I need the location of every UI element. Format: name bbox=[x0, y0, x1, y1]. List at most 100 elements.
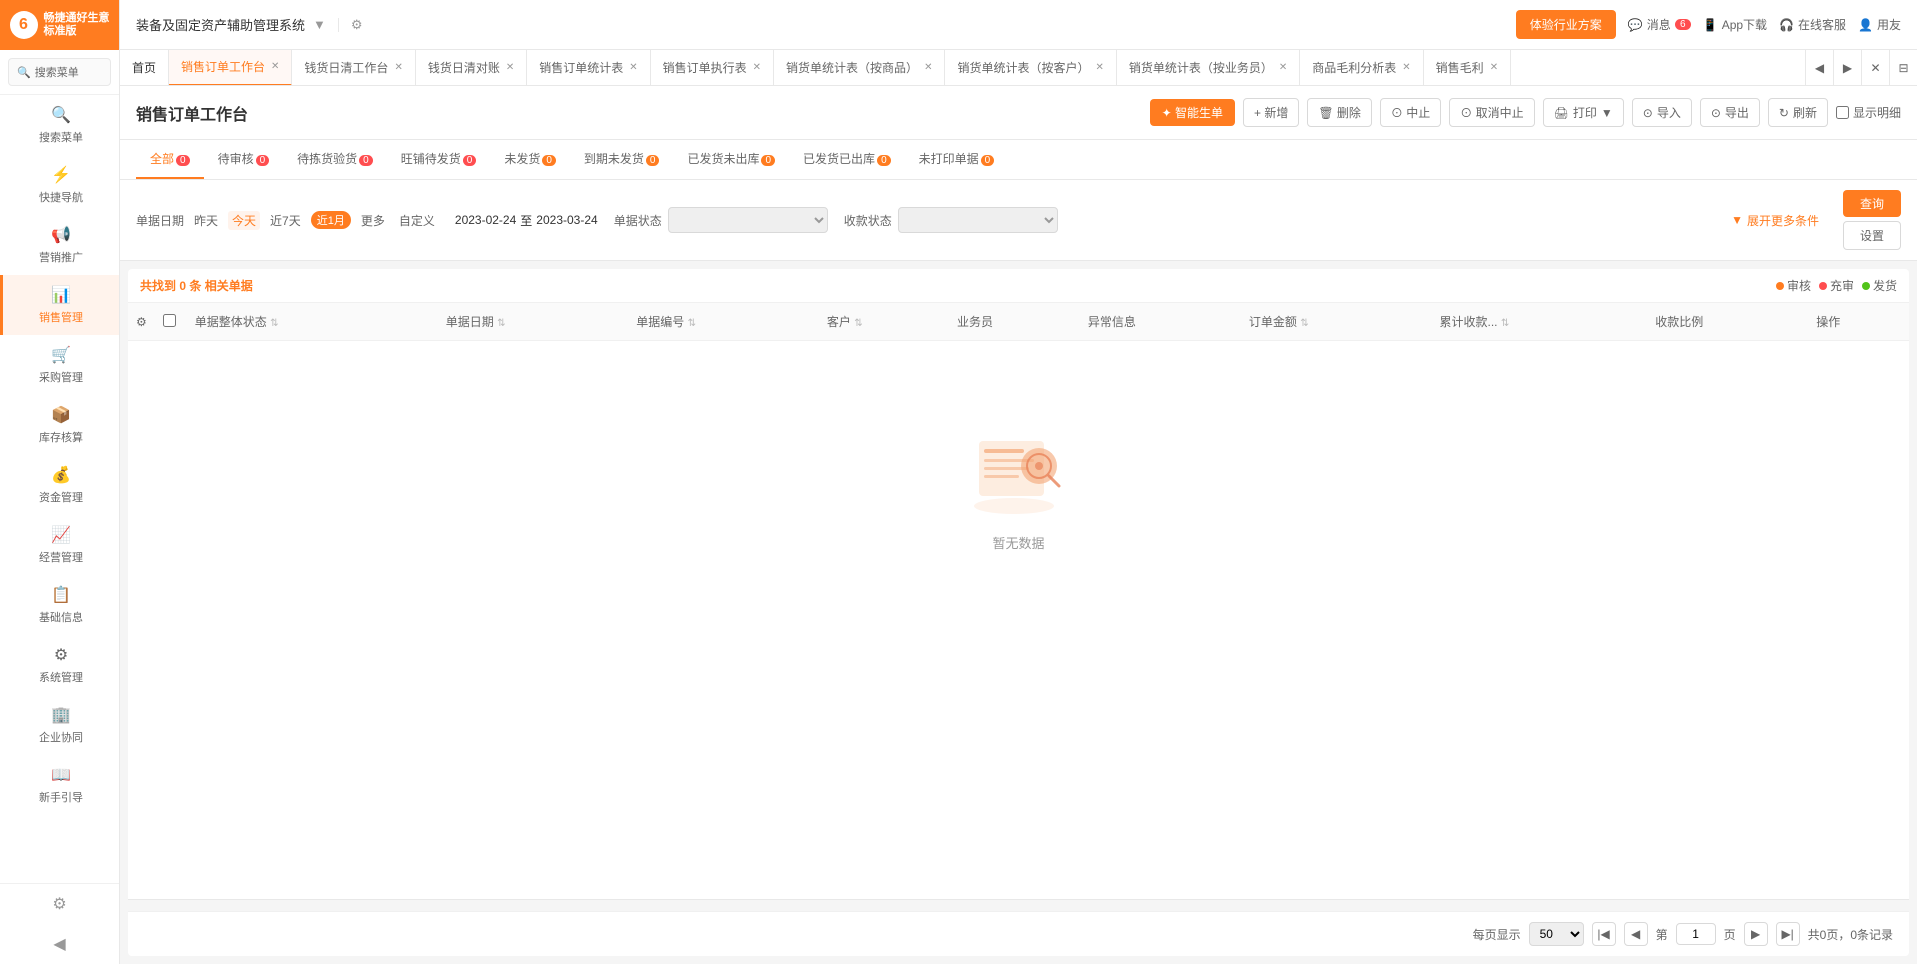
sidebar-item-quick-nav[interactable]: ⚡快捷导航 bbox=[0, 155, 119, 215]
filter-tab-not-printed[interactable]: 未打印单据0 bbox=[905, 140, 1009, 179]
gear-icon[interactable]: ⚙ bbox=[351, 17, 363, 33]
table-btn-audit[interactable]: 审核 bbox=[1776, 277, 1811, 294]
query-button[interactable]: 查询 bbox=[1843, 190, 1901, 217]
tab-sales-exec[interactable]: 销售订单执行表✕ bbox=[651, 50, 774, 86]
table-btn-cancel-audit[interactable]: 充审 bbox=[1819, 277, 1854, 294]
tab-sales-stats[interactable]: 销售订单统计表✕ bbox=[527, 50, 650, 86]
sidebar-item-basic-info[interactable]: 📋基础信息 bbox=[0, 575, 119, 635]
tab-close-sales-stats-product[interactable]: ✕ bbox=[924, 62, 932, 73]
col-number[interactable]: 单据编号 ⇅ bbox=[628, 303, 819, 341]
filter-tab-all[interactable]: 全部0 bbox=[136, 140, 204, 179]
filter-tab-pending-inspect[interactable]: 待拣货验货0 bbox=[283, 140, 387, 179]
app-download-button[interactable]: 📱 App下载 bbox=[1703, 16, 1767, 33]
stop-button[interactable]: ⊙ 中止 bbox=[1380, 98, 1441, 127]
col-staff[interactable]: 业务员 bbox=[949, 303, 1080, 341]
tab-scroll-left-button[interactable]: ◀ bbox=[1805, 50, 1833, 86]
tab-scroll-right-button[interactable]: ▶ bbox=[1833, 50, 1861, 86]
enterprise-icon: 🏢 bbox=[51, 705, 71, 725]
col-date[interactable]: 单据日期 ⇅ bbox=[438, 303, 629, 341]
tab-sales-profit[interactable]: 销售毛利 ✕ bbox=[1424, 50, 1511, 86]
tab-close-sales-exec[interactable]: ✕ bbox=[753, 62, 761, 73]
sidebar-item-inventory[interactable]: 📦库存核算 bbox=[0, 395, 119, 455]
custom-quick[interactable]: 自定义 bbox=[395, 212, 439, 229]
cancel-stop-button[interactable]: ⊙ 取消中止 bbox=[1449, 98, 1534, 127]
col-amount[interactable]: 订单金额 ⇅ bbox=[1241, 303, 1432, 341]
sidebar-item-operations[interactable]: 📈经营管理 bbox=[0, 515, 119, 575]
empty-illustration bbox=[959, 421, 1079, 521]
tab-profit-analysis[interactable]: 商品毛利分析表✕ bbox=[1300, 50, 1423, 86]
tab-cash-reconcile[interactable]: 钱货日清对账✕ bbox=[416, 50, 527, 86]
tab-close-current-button[interactable]: ✕ bbox=[1861, 50, 1889, 86]
sidebar-item-sales[interactable]: 📊销售管理 bbox=[0, 275, 119, 335]
week-quick[interactable]: 近7天 bbox=[266, 212, 305, 229]
show-detail-checkbox[interactable] bbox=[1836, 106, 1849, 119]
filter-tab-wangpu-ship[interactable]: 旺铺待发货0 bbox=[387, 140, 491, 179]
col-collected[interactable]: 累计收款... ⇅ bbox=[1431, 303, 1647, 341]
filter-tab-pending-audit[interactable]: 待审核0 bbox=[204, 140, 284, 179]
expand-more-button[interactable]: ▼ 展开更多条件 bbox=[1731, 212, 1819, 229]
message-button[interactable]: 💬 消息 6 bbox=[1628, 16, 1691, 33]
sidebar-item-marketing[interactable]: 📢营销推广 bbox=[0, 215, 119, 275]
tab-close-sales-order[interactable]: ✕ bbox=[271, 61, 279, 72]
col-customer[interactable]: 客户 ⇅ bbox=[819, 303, 949, 341]
first-page-button[interactable]: |◀ bbox=[1592, 922, 1616, 946]
tab-close-profit-analysis[interactable]: ✕ bbox=[1402, 62, 1410, 73]
delete-button[interactable]: 🗑 删除 bbox=[1307, 98, 1372, 127]
setting-button[interactable]: 设置 bbox=[1843, 221, 1901, 250]
filter-tab-shipped-not-out[interactable]: 已发货未出库0 bbox=[673, 140, 789, 179]
add-button[interactable]: + 新增 bbox=[1243, 98, 1299, 127]
tab-close-cash-daily[interactable]: ✕ bbox=[394, 62, 402, 73]
sidebar-item-system[interactable]: ⚙系统管理 bbox=[0, 635, 119, 695]
horizontal-scrollbar[interactable] bbox=[128, 899, 1909, 911]
tab-close-sales-stats-staff[interactable]: ✕ bbox=[1279, 62, 1287, 73]
search-menu-button[interactable]: 🔍 搜索菜单 bbox=[8, 58, 111, 86]
tab-sales-stats-customer[interactable]: 销货单统计表（按客户）✕ bbox=[945, 50, 1116, 86]
settings-button[interactable]: ⚙ bbox=[0, 884, 119, 924]
tab-close-sales-stats[interactable]: ✕ bbox=[629, 62, 637, 73]
tab-sales-order[interactable]: 销售订单工作台✕ bbox=[169, 50, 292, 86]
col-ratio: 收款比例 bbox=[1647, 303, 1808, 341]
refresh-button[interactable]: ↻ 刷新 bbox=[1768, 98, 1828, 127]
tab-sales-stats-product[interactable]: 销货单统计表（按商品）✕ bbox=[774, 50, 945, 86]
select-all-checkbox[interactable] bbox=[163, 314, 176, 327]
sidebar-item-search[interactable]: 🔍搜索菜单 bbox=[0, 95, 119, 155]
import-button[interactable]: ⊙ 导入 bbox=[1632, 98, 1692, 127]
export-button[interactable]: ⊙ 导出 bbox=[1700, 98, 1760, 127]
prev-page-button[interactable]: ◀ bbox=[1624, 922, 1648, 946]
sidebar-item-finance[interactable]: 💰资金管理 bbox=[0, 455, 119, 515]
online-service-button[interactable]: 🎧 在线客服 bbox=[1779, 16, 1846, 33]
table-scroll-container[interactable]: ⚙ 单据整体状态 ⇅ 单据日期 ⇅ bbox=[128, 303, 1909, 899]
tab-close-cash-reconcile[interactable]: ✕ bbox=[506, 62, 514, 73]
month-quick[interactable]: 近1月 bbox=[311, 211, 351, 229]
page-size-select[interactable]: 20 50 100 bbox=[1529, 922, 1584, 946]
page-number-input[interactable] bbox=[1676, 923, 1716, 945]
tab-home[interactable]: 首页 bbox=[120, 50, 169, 86]
tab-close-all-button[interactable]: ⊟ bbox=[1889, 50, 1917, 86]
industry-solution-button[interactable]: 体验行业方案 bbox=[1516, 10, 1616, 39]
filter-tab-not-shipped[interactable]: 未发货0 bbox=[490, 140, 570, 179]
last-page-button[interactable]: ▶| bbox=[1776, 922, 1800, 946]
status-select[interactable] bbox=[668, 207, 828, 233]
user-menu-button[interactable]: 👤 用友 bbox=[1858, 16, 1901, 33]
table-btn-ship[interactable]: 发货 bbox=[1862, 277, 1897, 294]
today-quick[interactable]: 今天 bbox=[228, 211, 260, 230]
tab-cash-daily[interactable]: 钱货日清工作台✕ bbox=[292, 50, 415, 86]
tab-sales-stats-staff[interactable]: 销货单统计表（按业务员）✕ bbox=[1117, 50, 1300, 86]
payment-select[interactable] bbox=[898, 207, 1058, 233]
smart-create-button[interactable]: ✦ 智能生单 bbox=[1150, 99, 1235, 126]
next-page-button[interactable]: ▶ bbox=[1744, 922, 1768, 946]
print-button[interactable]: 🖨 🖨 打印 打印 ▼ bbox=[1543, 98, 1624, 127]
more-quick[interactable]: 更多 bbox=[357, 212, 389, 229]
tab-close-sales-profit[interactable]: ✕ bbox=[1490, 62, 1498, 73]
sidebar-item-purchase[interactable]: 🛒采购管理 bbox=[0, 335, 119, 395]
show-detail-toggle[interactable]: 显示明细 bbox=[1836, 104, 1901, 121]
sidebar-item-guide[interactable]: 📖新手引导 bbox=[0, 755, 119, 815]
tab-close-sales-stats-customer[interactable]: ✕ bbox=[1095, 62, 1103, 73]
filter-tab-shipped-out[interactable]: 已发货已出库0 bbox=[789, 140, 905, 179]
tab-label: 销售毛利 bbox=[1436, 59, 1484, 76]
sidebar-item-enterprise[interactable]: 🏢企业协同 bbox=[0, 695, 119, 755]
filter-tab-overdue-not-shipped[interactable]: 到期未发货0 bbox=[570, 140, 674, 179]
collapse-button[interactable]: ◀ bbox=[0, 924, 119, 964]
yesterday-quick[interactable]: 昨天 bbox=[190, 212, 222, 229]
col-settings[interactable]: ⚙ bbox=[128, 303, 155, 341]
